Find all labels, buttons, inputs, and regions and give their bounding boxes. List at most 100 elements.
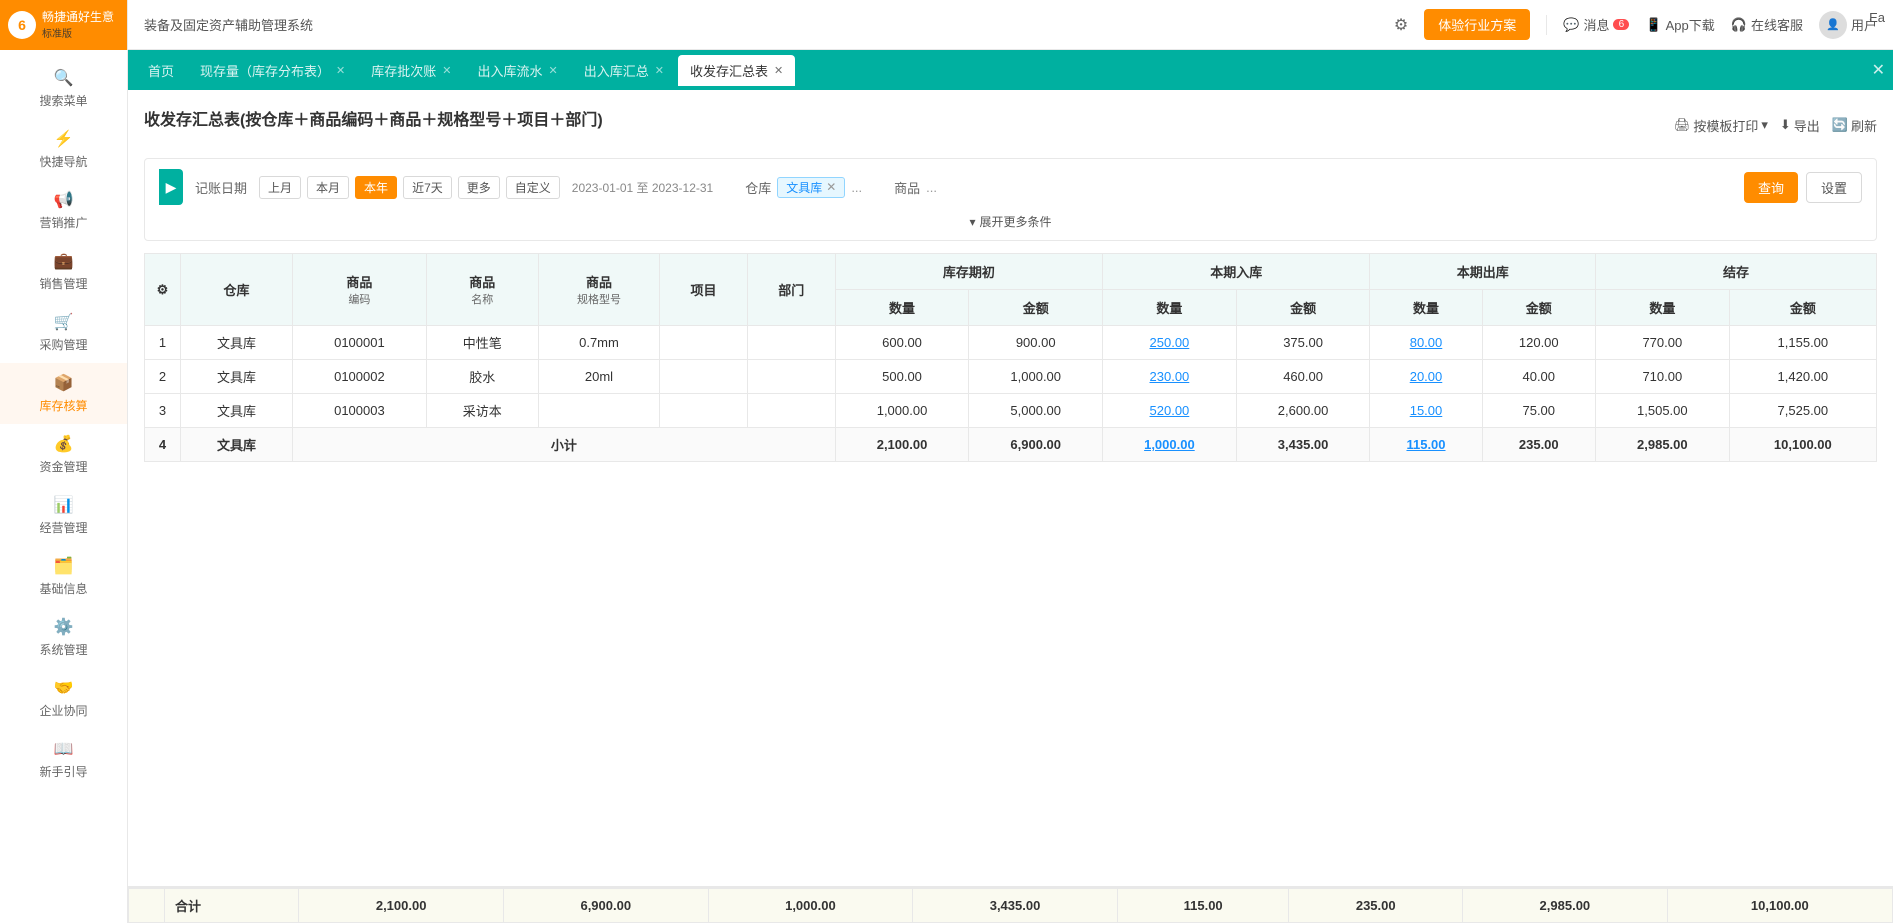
date-btn-custom[interactable]: 自定义 [506,176,560,199]
cell-spec [538,394,659,428]
tab-close-recv-send[interactable]: ✕ [774,64,783,77]
sidebar-item-system[interactable]: ⚙️ 系统管理 [0,607,127,668]
cell-in-qty[interactable]: 250.00 [1103,326,1237,360]
cell-subtotal-opening-amt: 6,900.00 [969,428,1103,462]
cell-opening-amt: 1,000.00 [969,360,1103,394]
sidebar-item-operation[interactable]: 📊 经营管理 [0,485,127,546]
refresh-button[interactable]: 🔄 刷新 [1832,116,1877,135]
th-group-out: 本期出库 [1370,254,1596,290]
gear-icon[interactable]: ⚙ [1394,15,1408,35]
th-balance-amt: 金额 [1729,290,1876,326]
cell-in-qty[interactable]: 520.00 [1103,394,1237,428]
export-icon: ⬇ [1780,117,1791,133]
cell-warehouse: 文具库 [181,360,293,394]
cell-out-qty[interactable]: 20.00 [1370,360,1482,394]
cell-project [660,326,748,360]
finance-icon: 💰 [54,434,74,454]
cell-balance-amt: 1,155.00 [1729,326,1876,360]
warehouse-filter-label: 仓库 [745,178,771,197]
sidebar-item-quick[interactable]: ⚡ 快捷导航 [0,119,127,180]
filter-collapse-button[interactable]: ▶ [159,169,183,205]
message-button[interactable]: 💬 消息 6 [1563,15,1629,34]
date-btn-this-year[interactable]: 本年 [355,176,397,199]
sales-icon: 💼 [54,251,74,271]
warehouse-more-button[interactable]: ... [851,180,862,195]
cell-subtotal-in-qty[interactable]: 1,000.00 [1103,428,1237,462]
th-in-amt: 金额 [1236,290,1370,326]
sidebar-item-inventory[interactable]: 📦 库存核算 [0,363,127,424]
close-all-tabs-button[interactable]: ✕ [1872,60,1885,80]
cell-opening-amt: 900.00 [969,326,1103,360]
table-row: 3 文具库 0100003 采访本 1,000.00 5,000.00 520.… [145,394,1877,428]
tab-stock-dist[interactable]: 现存量（库存分布表） ✕ [188,55,357,86]
sidebar-item-basic[interactable]: 🗂️ 基础信息 [0,546,127,607]
tab-bar: 首页 现存量（库存分布表） ✕ 库存批次账 ✕ 出入库流水 ✕ 出入库汇总 ✕ … [128,50,1893,90]
cell-in-amt: 460.00 [1236,360,1370,394]
cell-in-qty[interactable]: 230.00 [1103,360,1237,394]
query-button[interactable]: 查询 [1744,172,1798,203]
date-btn-this-month[interactable]: 本月 [307,176,349,199]
tab-recv-send[interactable]: 收发存汇总表 ✕ [678,55,795,86]
cell-subtotal-out-amt: 235.00 [1482,428,1595,462]
trial-button[interactable]: 体验行业方案 [1424,9,1530,40]
cell-spec: 0.7mm [538,326,659,360]
cell-subtotal-in-amt: 3,435.00 [1236,428,1370,462]
warehouse-filter: 仓库 文具库 ✕ ... [745,177,862,198]
table-row: 2 文具库 0100002 胶水 20ml 500.00 1,000.00 23… [145,360,1877,394]
date-btn-more[interactable]: 更多 [458,176,500,199]
cell-subtotal-out-qty[interactable]: 115.00 [1370,428,1482,462]
tab-close-flow[interactable]: ✕ [549,64,558,77]
date-btn-last-month[interactable]: 上月 [259,176,301,199]
tab-close-summary[interactable]: ✕ [655,64,664,77]
tab-home[interactable]: 首页 [136,55,186,86]
goods-filter: 商品 ... [894,178,937,197]
export-button[interactable]: ⬇ 导出 [1780,116,1820,135]
cell-seq: 3 [145,394,181,428]
cell-out-qty[interactable]: 80.00 [1370,326,1482,360]
cell-out-qty[interactable]: 15.00 [1370,394,1482,428]
date-filter-label: 记账日期 [195,178,247,197]
sidebar-item-search[interactable]: 🔍 搜索菜单 [0,58,127,119]
sidebar-item-finance[interactable]: 💰 资金管理 [0,424,127,485]
tab-close-batch[interactable]: ✕ [442,64,451,77]
search-icon: 🔍 [54,68,74,88]
sidebar-item-sales[interactable]: 💼 销售管理 [0,241,127,302]
date-btn-7days[interactable]: 近7天 [403,176,452,199]
expand-conditions-button[interactable]: ▾ 展开更多条件 [969,213,1051,230]
cell-subtotal-balance-amt: 10,100.00 [1729,428,1876,462]
goods-more-button[interactable]: ... [926,180,937,195]
cell-balance-qty: 710.00 [1595,360,1729,394]
cell-seq: 4 [145,428,181,462]
cell-warehouse: 文具库 [181,394,293,428]
th-balance-qty: 数量 [1595,290,1729,326]
tab-batch[interactable]: 库存批次账 ✕ [359,55,463,86]
guide-icon: 📖 [54,739,74,759]
app-download-button[interactable]: 📱 App下载 [1645,15,1714,34]
cell-subtotal-opening-qty: 2,100.00 [835,428,969,462]
sidebar-item-corp[interactable]: 🤝 企业协同 [0,668,127,729]
operation-icon: 📊 [54,495,74,515]
th-group-in: 本期入库 [1103,254,1370,290]
print-button[interactable]: 🖨 按模板打印 ▾ [1674,116,1768,135]
basic-icon: 🗂️ [54,556,74,576]
th-out-qty: 数量 [1370,290,1482,326]
service-button[interactable]: 🎧 在线客服 [1731,15,1803,34]
tab-flow[interactable]: 出入库流水 ✕ [465,55,569,86]
cell-opening-qty: 1,000.00 [835,394,969,428]
cell-code: 0100002 [293,360,427,394]
warehouse-tag-close[interactable]: ✕ [826,180,836,194]
tab-summary[interactable]: 出入库汇总 ✕ [572,55,676,86]
cell-subtotal-balance-qty: 2,985.00 [1595,428,1729,462]
tab-close-stock-dist[interactable]: ✕ [336,64,345,77]
table-settings-header[interactable]: ⚙ [145,254,181,326]
sidebar-item-marketing[interactable]: 📢 营销推广 [0,180,127,241]
sidebar-item-purchase[interactable]: 🛒 采购管理 [0,302,127,363]
cell-subtotal-label: 小计 [293,428,836,462]
th-opening-amt: 金额 [969,290,1103,326]
th-group-balance: 结存 [1595,254,1876,290]
settings-button[interactable]: 设置 [1806,172,1862,203]
warehouse-tag: 文具库 ✕ [777,177,845,198]
th-goods-code: 商品编码 [293,254,427,326]
date-range-text: 2023-01-01 至 2023-12-31 [572,179,713,196]
sidebar-item-guide[interactable]: 📖 新手引导 [0,729,127,790]
